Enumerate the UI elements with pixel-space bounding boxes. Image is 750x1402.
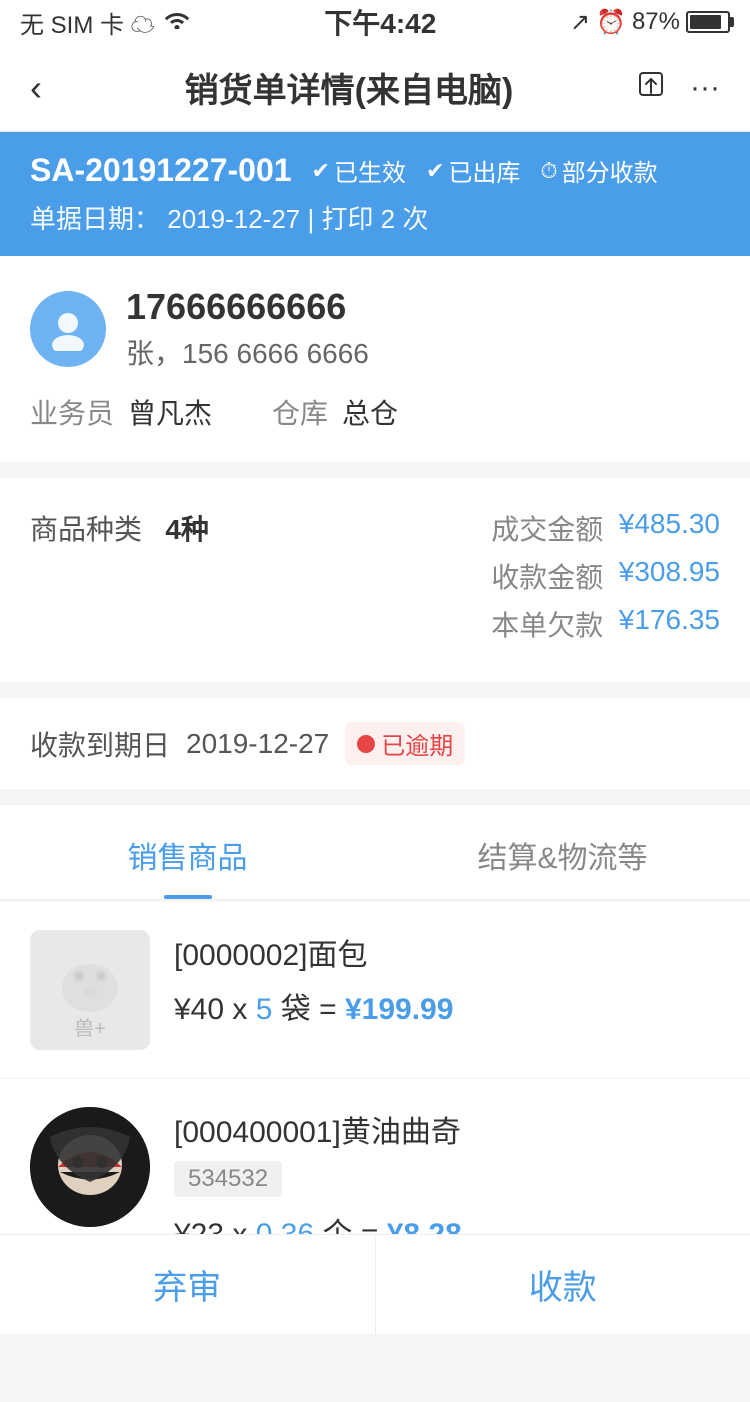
- battery-percent: 87%: [632, 8, 680, 36]
- header-banner: SA-20191227-001 ✔ 已生效 ✔ 已出库 ⏱ 部分收款 单据日期：…: [0, 132, 750, 256]
- nav-actions: ···: [636, 69, 720, 107]
- status-badge-effective: ✔ 已生效: [312, 153, 406, 188]
- balance-amount: ¥176.35: [619, 604, 720, 644]
- product-price-row-bread: ¥40 x 5 袋 = ¥199.99: [174, 984, 720, 1028]
- status-bar: 无 SIM 卡 ☁ 下午4:42 ↗ ⏰ 87%: [0, 0, 750, 44]
- tab-sales-products-label: 销售商品: [128, 842, 248, 875]
- owl-placeholder-icon: 兽+: [50, 940, 130, 1041]
- more-icon[interactable]: ···: [690, 71, 720, 105]
- check-shipped-icon: ✔: [426, 158, 444, 184]
- due-date-label: 收款到期日: [30, 724, 170, 764]
- status-shipped-label: 已出库: [448, 153, 520, 188]
- partial-payment-icon: ⏱: [540, 158, 557, 184]
- customer-avatar: [30, 291, 106, 367]
- product-sku-cookie: 534532: [174, 1161, 282, 1197]
- balance-label: 本单欠款: [491, 604, 603, 644]
- product-type-label: 商品种类: [30, 514, 142, 545]
- overdue-badge: 已逾期: [345, 722, 465, 765]
- customer-name: 张，156 6666 6666: [126, 332, 369, 372]
- product-multiply-icon: x: [232, 993, 255, 1026]
- product-qty-bread: 5: [256, 993, 273, 1026]
- due-date-section: 收款到期日 2019-12-27 已逾期: [0, 698, 750, 789]
- header-date-row: 单据日期： 2019-12-27 | 打印 2 次: [30, 199, 720, 236]
- check-effective-icon: ✔: [312, 158, 330, 184]
- battery-icon: [686, 11, 730, 33]
- transaction-label: 成交金额: [491, 508, 603, 548]
- salesperson-label: 业务员: [30, 392, 114, 432]
- product-image-bread: 兽+: [30, 930, 150, 1050]
- received-label: 收款金额: [491, 556, 603, 596]
- date-label: 单据日期：: [30, 204, 160, 234]
- overdue-dot-icon: [357, 735, 375, 753]
- transaction-amount: ¥485.30: [619, 508, 720, 548]
- product-name-bread: [0000002]面包: [174, 930, 720, 974]
- product-total-bread: ¥199.99: [345, 993, 453, 1026]
- product-info-bread: [0000002]面包 ¥40 x 5 袋 = ¥199.99: [174, 930, 720, 1028]
- received-amount: ¥308.95: [619, 556, 720, 596]
- cancel-button[interactable]: 弃审: [0, 1235, 376, 1334]
- overdue-label: 已逾期: [381, 726, 453, 761]
- page-title: 销货单详情(来自电脑): [62, 63, 636, 112]
- product-equals: =: [319, 993, 345, 1026]
- product-info-cookie: [000400001]黄油曲奇 534532 ¥23 x 0.36 个 = ¥8…: [174, 1107, 720, 1253]
- product-name-cookie: [000400001]黄油曲奇: [174, 1107, 720, 1151]
- tab-settlement-label: 结算&物流等: [477, 842, 647, 875]
- sim-label: 无 SIM 卡 ☁: [20, 5, 155, 40]
- salesperson-meta: 业务员 曾凡杰: [30, 392, 212, 432]
- product-count: 4种: [165, 514, 209, 545]
- salesperson-value: 曾凡杰: [128, 392, 212, 432]
- customer-section: 17666666666 张，156 6666 6666 业务员 曾凡杰 仓库 总…: [0, 256, 750, 462]
- bottom-bar: 弃审 收款: [0, 1234, 750, 1334]
- alarm-icon: ⏰: [596, 8, 626, 37]
- products-section: 兽+ [0000002]面包 ¥40 x 5 袋 = ¥199.99: [0, 902, 750, 1282]
- print-info: | 打印 2 次: [307, 204, 428, 234]
- summary-section: 商品种类 4种 成交金额 ¥485.30 收款金额 ¥308.95 本单欠款 ¥…: [0, 478, 750, 682]
- share-icon[interactable]: [636, 69, 666, 107]
- nav-bar: ‹ 销货单详情(来自电脑) ···: [0, 44, 750, 132]
- tabs-section: 销售商品 结算&物流等: [0, 805, 750, 900]
- customer-phone: 17666666666: [126, 286, 369, 328]
- due-date-value: 2019-12-27: [186, 728, 329, 760]
- product-price-bread: ¥40: [174, 993, 224, 1026]
- confirm-button[interactable]: 收款: [376, 1235, 750, 1334]
- wifi-icon: [163, 8, 191, 36]
- status-right: ↗ ⏰ 87%: [570, 8, 730, 37]
- status-effective-label: 已生效: [334, 153, 406, 188]
- warehouse-meta: 仓库 总仓: [272, 392, 398, 432]
- status-badge-shipped: ✔ 已出库: [426, 153, 520, 188]
- product-unit-bread: 袋: [281, 993, 311, 1026]
- product-image-cookie: [30, 1107, 150, 1227]
- order-number: SA-20191227-001: [30, 152, 292, 189]
- back-button[interactable]: ‹: [30, 67, 42, 109]
- status-left: 无 SIM 卡 ☁: [20, 5, 191, 40]
- order-date: 2019-12-27: [167, 204, 300, 234]
- tab-settlement[interactable]: 结算&物流等: [375, 805, 750, 899]
- status-partial-label: 部分收款: [562, 153, 658, 188]
- status-badge-partial: ⏱ 部分收款: [540, 153, 657, 188]
- warehouse-label: 仓库: [272, 392, 328, 432]
- tab-sales-products[interactable]: 销售商品: [0, 805, 375, 899]
- status-time: 下午4:42: [324, 2, 436, 42]
- location-icon: ↗: [570, 8, 590, 37]
- warehouse-value: 总仓: [342, 392, 398, 432]
- product-item: 兽+ [0000002]面包 ¥40 x 5 袋 = ¥199.99: [0, 902, 750, 1079]
